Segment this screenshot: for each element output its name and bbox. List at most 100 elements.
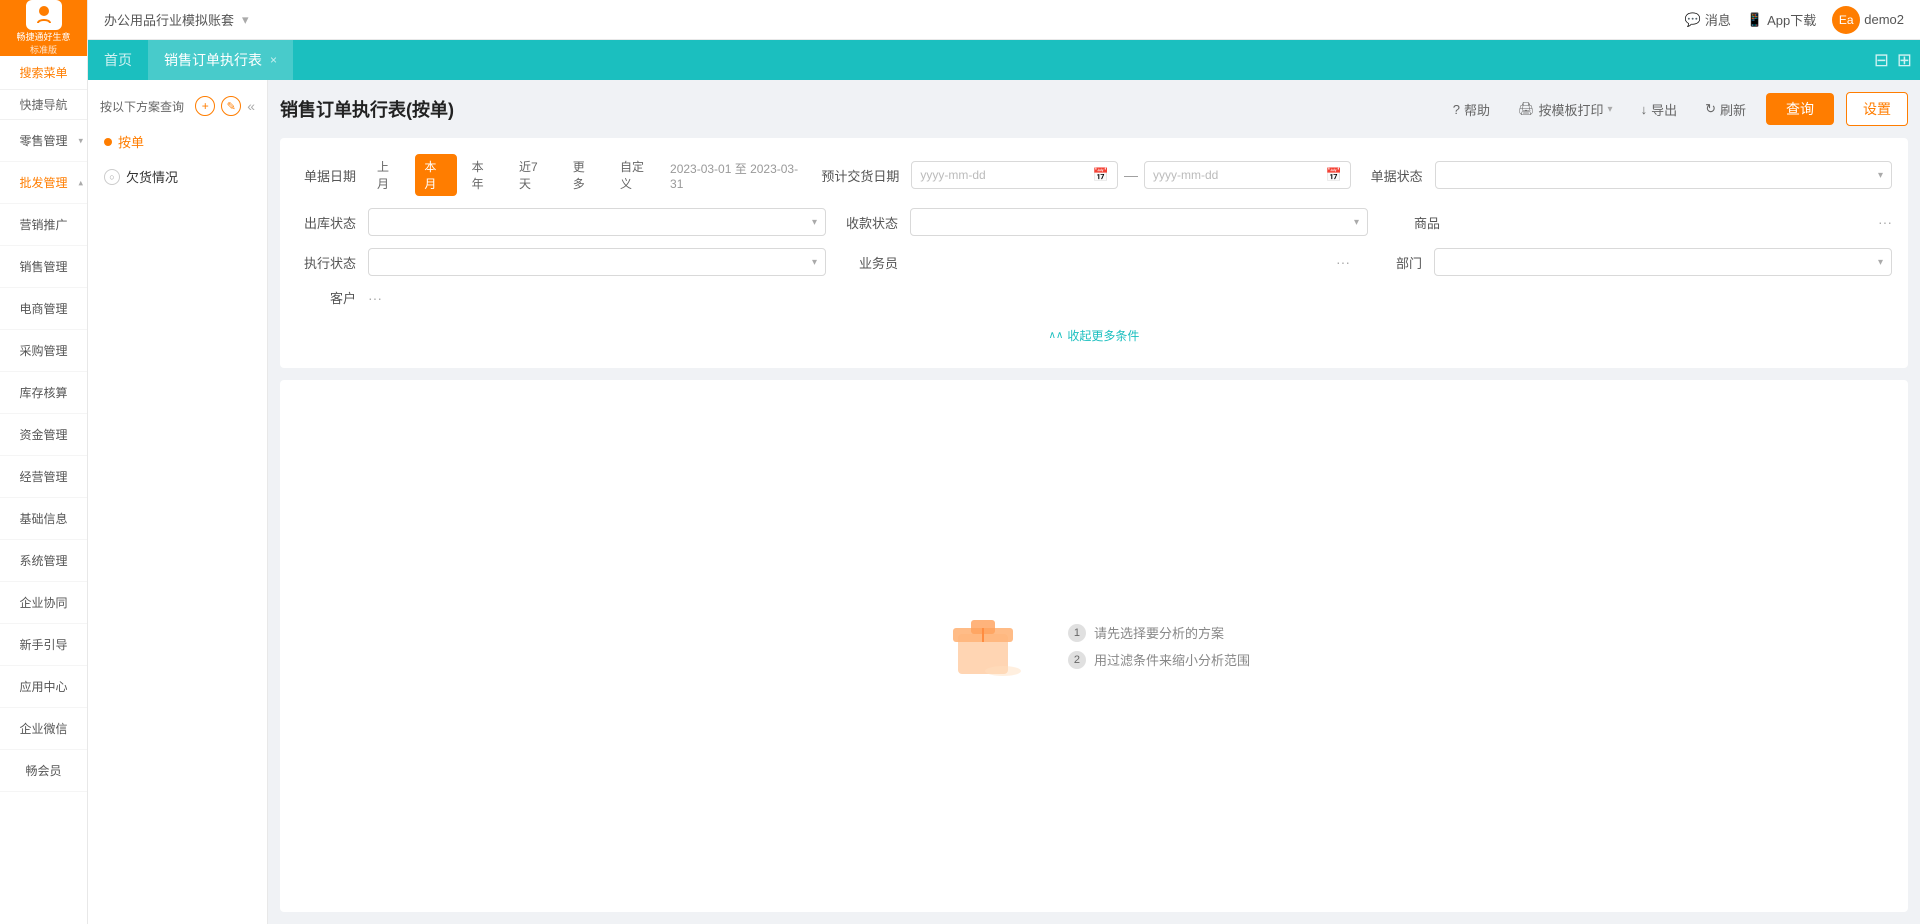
sidebar-item-ecommerce[interactable]: 电商管理 xyxy=(0,288,87,330)
sidebar-item-inventory[interactable]: 库存核算 xyxy=(0,372,87,414)
sidebar-item-basic[interactable]: 基础信息 xyxy=(0,498,87,540)
expected-date-start[interactable]: yyyy-mm-dd 📅 xyxy=(911,161,1118,189)
date-btn-this-year[interactable]: 本年 xyxy=(463,154,504,196)
expected-date-input-group: yyyy-mm-dd 📅 — yyyy-mm-dd 📅 xyxy=(911,161,1350,189)
date-label: 单据日期 xyxy=(296,166,356,185)
out-status-dropdown-icon: ▾ xyxy=(812,217,817,228)
sidebar-item-newbie[interactable]: 新手引导 xyxy=(0,624,87,666)
sidebar-item-purchase[interactable]: 采购管理 xyxy=(0,330,87,372)
print-button[interactable]: 🖨 按模板打印 ▾ xyxy=(1510,96,1621,123)
customer-ellipsis-button[interactable]: ··· xyxy=(368,290,382,306)
tab-close-icon[interactable]: × xyxy=(270,53,277,67)
edit-scheme-button[interactable]: ✎ xyxy=(221,96,241,116)
refresh-icon: ↻ xyxy=(1705,101,1716,117)
menu-item-欠货情况[interactable]: ○ 欠货情况 xyxy=(88,159,267,194)
export-button[interactable]: ↓ 导出 xyxy=(1633,96,1686,123)
collect-status-select[interactable]: ▾ xyxy=(910,208,1368,236)
nav-label-ecommerce: 电商管理 xyxy=(4,300,83,317)
export-icon: ↓ xyxy=(1641,102,1648,117)
sidebar: 畅捷通好生意 标准版 搜索菜单 快捷导航 零售管理 ▾ 批发管理 ▴ 营销推广 … xyxy=(0,0,88,924)
nav-label-purchase: 采购管理 xyxy=(4,342,83,359)
tab-sales-execution[interactable]: 销售订单执行表 × xyxy=(148,40,293,80)
sidebar-item-wholesale[interactable]: 批发管理 ▴ xyxy=(0,162,87,204)
expected-date-end[interactable]: yyyy-mm-dd 📅 xyxy=(1144,161,1351,189)
sidebar-item-operation[interactable]: 经营管理 xyxy=(0,456,87,498)
empty-tips: 1 请先选择要分析的方案 2 用过滤条件来缩小分析范围 xyxy=(1068,623,1250,669)
product-ellipsis-button[interactable]: ··· xyxy=(1878,214,1892,230)
app-icon: 📱 xyxy=(1747,12,1763,28)
menu-item-按单[interactable]: 按单 xyxy=(88,124,267,159)
search-label: 搜索菜单 xyxy=(19,66,67,80)
sidebar-item-retail[interactable]: 零售管理 ▾ xyxy=(0,120,87,162)
tab-home[interactable]: 首页 xyxy=(88,40,148,80)
help-button[interactable]: ? 帮助 xyxy=(1445,96,1498,123)
app-label: App下载 xyxy=(1767,10,1816,29)
out-status-select[interactable]: ▾ xyxy=(368,208,826,236)
user-menu-button[interactable]: Ea demo2 xyxy=(1832,6,1904,34)
date-btn-more[interactable]: 更多 xyxy=(564,154,605,196)
message-button[interactable]: 💬 消息 xyxy=(1685,10,1731,29)
sidebar-item-finance[interactable]: 资金管理 xyxy=(0,414,87,456)
sidebar-item-marketing[interactable]: 营销推广 xyxy=(0,204,87,246)
nav-label-wholesale: 批发管理 xyxy=(4,174,83,191)
collapse-panel-button[interactable]: « xyxy=(247,98,255,114)
salesperson-ellipsis-button[interactable]: ··· xyxy=(1336,254,1350,270)
nav-label-appstore: 应用中心 xyxy=(4,678,83,695)
sidebar-nav: 零售管理 ▾ 批发管理 ▴ 营销推广 销售管理 电商管理 采购管理 库存核算 资… xyxy=(0,120,87,924)
filter-row-4: 客户 ··· xyxy=(296,288,1892,307)
dept-select[interactable]: ▾ xyxy=(1434,248,1892,276)
sidebar-item-enterprise[interactable]: 企业协同 xyxy=(0,582,87,624)
content-area: 按以下方案查询 + ✎ « 按单 ○ 欠货情况 xyxy=(88,80,1920,924)
nav-label-sales: 销售管理 xyxy=(4,258,83,275)
status-select[interactable]: ▾ xyxy=(1435,161,1892,189)
tab-minimize-icon[interactable]: ⊟ xyxy=(1874,50,1889,71)
filter-row-2: 出库状态 ▾ 收款状态 ▾ 商品 ··· xyxy=(296,208,1892,236)
nav-label-retail: 零售管理 xyxy=(4,132,83,149)
print-label: 按模板打印 xyxy=(1539,100,1604,119)
empty-box-svg xyxy=(943,606,1023,686)
nav-label-system: 系统管理 xyxy=(4,552,83,569)
collect-status-label: 收款状态 xyxy=(838,213,898,232)
customer-label: 客户 xyxy=(296,288,356,307)
topbar-dropdown-arrow[interactable]: ▾ xyxy=(242,12,249,28)
app-download-button[interactable]: 📱 App下载 xyxy=(1747,10,1816,29)
logo-text: 畅捷通好生意 xyxy=(16,32,70,43)
sidebar-item-wechat[interactable]: 企业微信 xyxy=(0,708,87,750)
sidebar-quick[interactable]: 快捷导航 xyxy=(0,90,87,120)
avatar-initials: Ea xyxy=(1839,13,1854,27)
sidebar-search[interactable]: 搜索菜单 xyxy=(0,56,87,90)
expected-date-label: 预计交货日期 xyxy=(819,166,899,185)
nav-label-finance: 资金管理 xyxy=(4,426,83,443)
tab-maximize-icon[interactable]: ⊞ xyxy=(1897,50,1912,71)
sidebar-item-system[interactable]: 系统管理 xyxy=(0,540,87,582)
add-scheme-button[interactable]: + xyxy=(195,96,215,116)
sidebar-item-appstore[interactable]: 应用中心 xyxy=(0,666,87,708)
sidebar-logo: 畅捷通好生意 标准版 xyxy=(0,0,87,56)
date-btn-custom[interactable]: 自定义 xyxy=(611,154,664,196)
calendar-icon-2: 📅 xyxy=(1325,167,1341,183)
print-icon: 🖨 xyxy=(1518,101,1535,117)
set-button[interactable]: 设置 xyxy=(1846,92,1908,126)
filter-row-3: 执行状态 ▾ 业务员 ··· 部门 ▾ xyxy=(296,248,1892,276)
nav-label-basic: 基础信息 xyxy=(4,510,83,527)
date-filter: 上月 本月 本年 近7天 更多 自定义 2023-03-01 至 2023-03… xyxy=(368,154,807,196)
exec-status-select[interactable]: ▾ xyxy=(368,248,826,276)
date-btn-this-month[interactable]: 本月 xyxy=(415,154,456,196)
left-panel-title: 按以下方案查询 xyxy=(100,98,184,115)
left-panel: 按以下方案查询 + ✎ « 按单 ○ 欠货情况 xyxy=(88,80,268,924)
help-icon: ? xyxy=(1453,102,1460,117)
topbar-left: 办公用品行业模拟账套 ▾ xyxy=(104,10,249,29)
collect-dropdown-icon: ▾ xyxy=(1354,217,1359,228)
refresh-button[interactable]: ↻ 刷新 xyxy=(1697,96,1754,123)
dept-dropdown-icon: ▾ xyxy=(1878,257,1883,268)
message-label: 消息 xyxy=(1705,10,1731,29)
tip-text-2: 用过滤条件来缩小分析范围 xyxy=(1094,650,1250,669)
avatar: Ea xyxy=(1832,6,1860,34)
query-button[interactable]: 查询 xyxy=(1766,93,1834,125)
collapse-more-button[interactable]: ∧∧ 收起更多条件 xyxy=(296,319,1892,352)
sidebar-item-sales[interactable]: 销售管理 xyxy=(0,246,87,288)
date-btn-last-7days[interactable]: 近7天 xyxy=(510,154,558,196)
message-icon: 💬 xyxy=(1685,12,1701,28)
date-btn-last-month[interactable]: 上月 xyxy=(368,154,409,196)
sidebar-item-member[interactable]: 畅会员 xyxy=(0,750,87,792)
